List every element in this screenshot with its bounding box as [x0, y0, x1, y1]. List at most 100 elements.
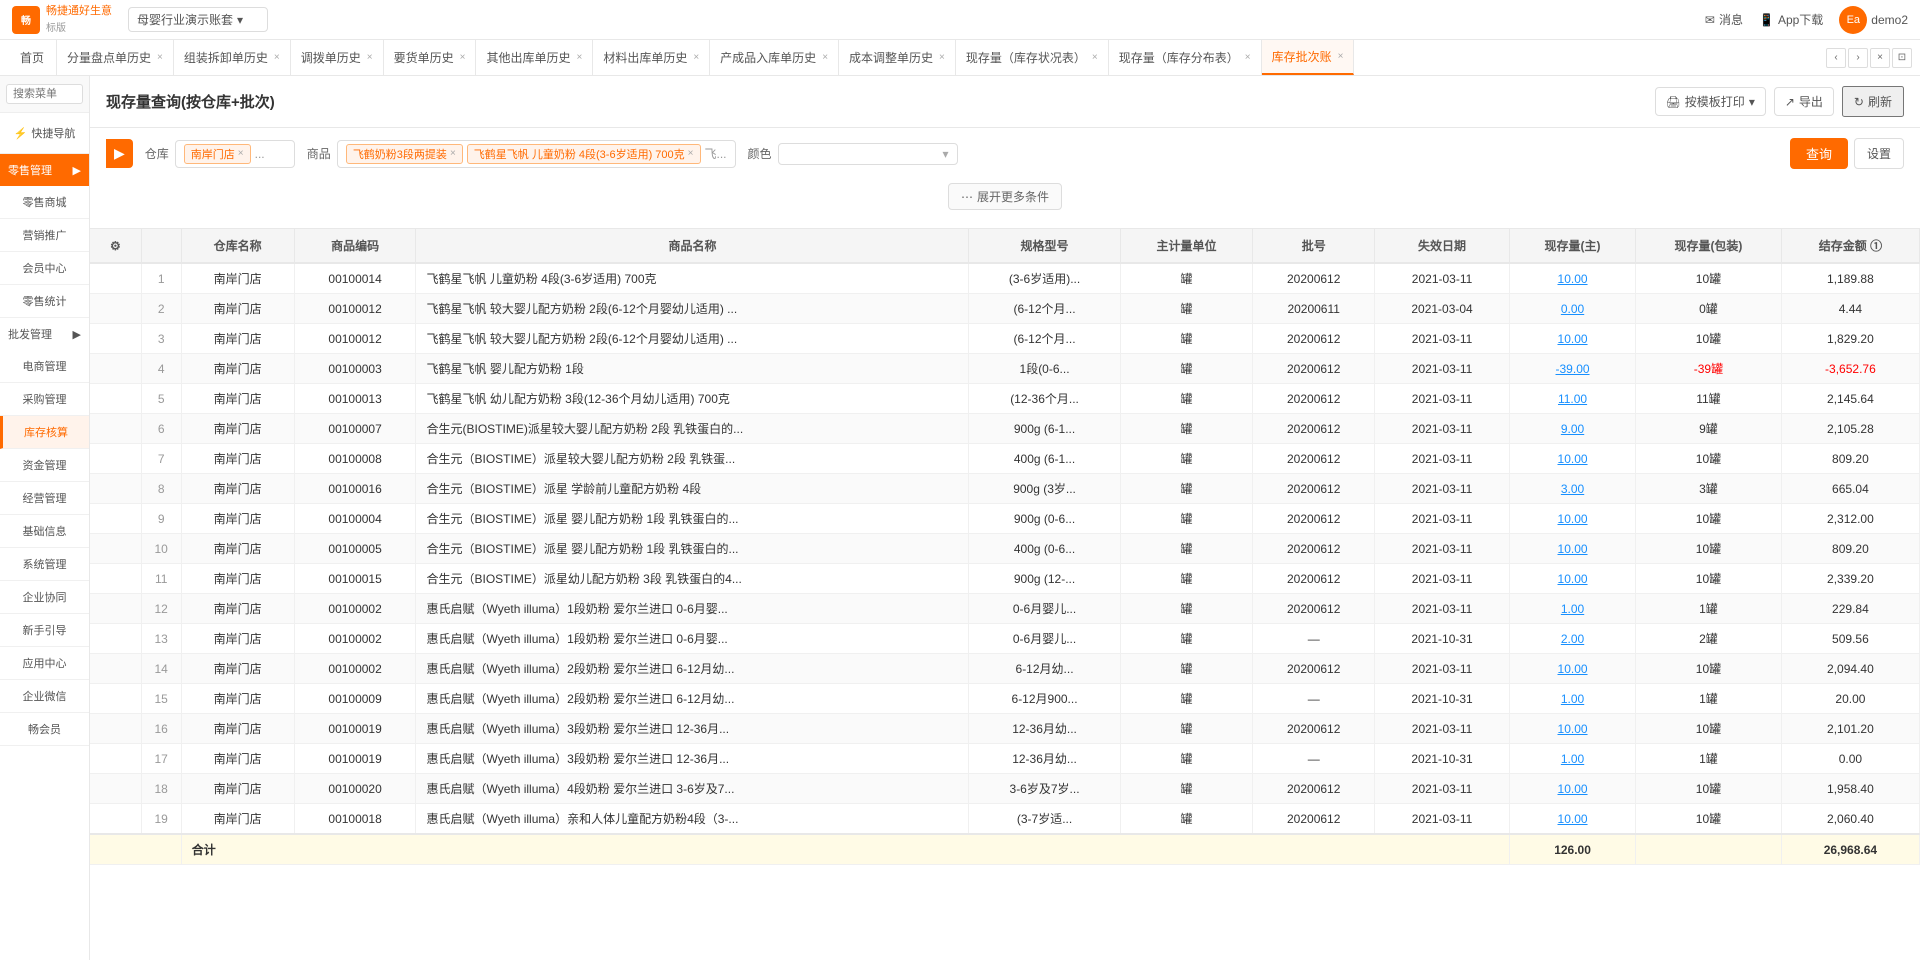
product-tag-1-close[interactable]: ×: [450, 148, 456, 159]
cell-qty-main[interactable]: -39.00: [1510, 354, 1636, 384]
cell-qty-main[interactable]: 1.00: [1510, 744, 1636, 774]
tab-8[interactable]: 成本调整单历史 ×: [839, 40, 956, 75]
cell-code: 00100005: [294, 534, 416, 564]
sidebar-item-inventory[interactable]: 库存核算: [0, 416, 89, 449]
cell-qty-main[interactable]: 2.00: [1510, 624, 1636, 654]
cell-qty-main[interactable]: 10.00: [1510, 714, 1636, 744]
tab-9[interactable]: 现存量（库存状况表） ×: [956, 40, 1109, 75]
expand-more-btn[interactable]: ⋯ 展开更多条件: [948, 183, 1062, 210]
sidebar-item-wechat[interactable]: 企业微信: [0, 680, 89, 713]
sidebar-item-retail-mall[interactable]: 零售商城: [0, 186, 89, 219]
product-tag-group[interactable]: 飞鹤奶粉3段两提装 × 飞鹤星飞帆 儿童奶粉 4段(3-6岁适用) 700克 ×…: [337, 140, 736, 168]
sidebar-item-vip[interactable]: 畅会员: [0, 713, 89, 746]
cell-qty-main[interactable]: 10.00: [1510, 444, 1636, 474]
tab-2[interactable]: 组装拆卸单历史 ×: [174, 40, 291, 75]
sidebar-item-guide[interactable]: 新手引导: [0, 614, 89, 647]
industry-selector[interactable]: 母婴行业演示账套 ▾: [128, 7, 268, 32]
tab-3[interactable]: 调拨单历史 ×: [291, 40, 384, 75]
cell-batch: 20200612: [1253, 354, 1375, 384]
cell-qty-main[interactable]: 10.00: [1510, 654, 1636, 684]
cell-num: 3: [141, 324, 181, 354]
sidebar-item-retail-stats[interactable]: 零售统计: [0, 285, 89, 318]
page-header: 现存量查询(按仓库+批次) 🖨 按模板打印 ▾ ↗ 导出 ↻ 刷新: [90, 76, 1920, 128]
cell-setting: [90, 714, 141, 744]
tab-close-11[interactable]: ×: [1338, 51, 1344, 62]
cell-qty-main[interactable]: 10.00: [1510, 324, 1636, 354]
cell-qty-main[interactable]: 11.00: [1510, 384, 1636, 414]
tab-next-btn[interactable]: ›: [1848, 48, 1868, 68]
app-download-btn[interactable]: 📱 App下载: [1759, 11, 1823, 28]
cell-name: 惠氏启赋（Wyeth illuma）1段奶粉 爱尔兰进口 0-6月婴...: [416, 594, 969, 624]
cell-qty-main[interactable]: 10.00: [1510, 564, 1636, 594]
logo-area: 畅 畅捷通好生意 标版: [12, 5, 112, 33]
tab-close-9[interactable]: ×: [1092, 52, 1098, 63]
message-btn[interactable]: ✉ 消息: [1705, 11, 1743, 28]
sidebar-item-apps[interactable]: 应用中心: [0, 647, 89, 680]
cell-qty-main[interactable]: 10.00: [1510, 804, 1636, 835]
cell-qty-main[interactable]: 10.00: [1510, 774, 1636, 804]
quick-nav-item[interactable]: ⚡ 快捷导航: [0, 119, 89, 147]
expand-filter-btn[interactable]: ▶: [106, 139, 133, 168]
sidebar-item-ecom[interactable]: 电商管理: [0, 350, 89, 383]
template-print-btn[interactable]: 🖨 按模板打印 ▾: [1655, 87, 1766, 116]
tab-close-2[interactable]: ×: [274, 52, 280, 63]
sidebar-item-wholesale[interactable]: 批发管理 ▶: [0, 318, 89, 350]
cell-expiry: 2021-03-11: [1375, 654, 1510, 684]
export-btn[interactable]: ↗ 导出: [1774, 87, 1834, 116]
tab-close-10[interactable]: ×: [1245, 52, 1251, 63]
tab-5[interactable]: 其他出库单历史 ×: [476, 40, 593, 75]
tab-close-8[interactable]: ×: [939, 52, 945, 63]
setting-btn[interactable]: 设置: [1854, 138, 1904, 169]
refresh-btn[interactable]: ↻ 刷新: [1842, 86, 1904, 117]
cell-qty-main[interactable]: 10.00: [1510, 263, 1636, 294]
sidebar-item-collab[interactable]: 企业协同: [0, 581, 89, 614]
table-row: 5 南岸门店 00100013 飞鹤星飞帆 幼儿配方奶粉 3段(12-36个月幼…: [90, 384, 1920, 414]
tab-close-7[interactable]: ×: [822, 52, 828, 63]
cell-spec: (3-6岁适用)...: [969, 263, 1120, 294]
tab-4[interactable]: 要货单历史 ×: [384, 40, 477, 75]
cell-qty-main[interactable]: 1.00: [1510, 594, 1636, 624]
cell-qty-main[interactable]: 10.00: [1510, 534, 1636, 564]
tab-11-active[interactable]: 库存批次账 ×: [1262, 40, 1355, 75]
tab-home[interactable]: 首页: [8, 40, 57, 75]
tab-close-1[interactable]: ×: [157, 52, 163, 63]
tab-close-6[interactable]: ×: [693, 52, 699, 63]
cell-qty-main[interactable]: 9.00: [1510, 414, 1636, 444]
sidebar-item-retail-mgmt[interactable]: 零售管理 ▶: [0, 154, 89, 186]
tab-close-4[interactable]: ×: [460, 52, 466, 63]
warehouse-tag-close[interactable]: ×: [238, 148, 244, 159]
tab-7[interactable]: 产成品入库单历史 ×: [710, 40, 839, 75]
cell-qty-main[interactable]: 1.00: [1510, 684, 1636, 714]
color-tag-group[interactable]: ▾: [778, 143, 958, 165]
user-area[interactable]: Ea demo2: [1839, 6, 1908, 34]
sidebar-item-member[interactable]: 会员中心: [0, 252, 89, 285]
tab-close-3[interactable]: ×: [367, 52, 373, 63]
tab-close-all-btn[interactable]: ×: [1870, 48, 1890, 68]
search-input[interactable]: [6, 84, 83, 104]
cell-unit: 罐: [1120, 354, 1253, 384]
cell-code: 00100019: [294, 714, 416, 744]
cell-qty-main[interactable]: 0.00: [1510, 294, 1636, 324]
sidebar-item-finance[interactable]: 资金管理: [0, 449, 89, 482]
sidebar-item-business[interactable]: 经营管理: [0, 482, 89, 515]
avatar: Ea: [1839, 6, 1867, 34]
cell-qty-main[interactable]: 10.00: [1510, 504, 1636, 534]
product-tag-2-close[interactable]: ×: [688, 148, 694, 159]
col-setting-header[interactable]: ⚙: [90, 229, 141, 263]
tab-1[interactable]: 分量盘点单历史 ×: [57, 40, 174, 75]
tab-6[interactable]: 材料出库单历史 ×: [593, 40, 710, 75]
cell-qty-main[interactable]: 3.00: [1510, 474, 1636, 504]
cell-spec: 0-6月婴儿...: [969, 594, 1120, 624]
cell-unit: 罐: [1120, 384, 1253, 414]
sidebar-item-marketing[interactable]: 营销推广: [0, 219, 89, 252]
query-btn[interactable]: 查询: [1790, 138, 1848, 169]
sidebar-item-purchase[interactable]: 采购管理: [0, 383, 89, 416]
warehouse-tag-group[interactable]: 南岸门店 × ...: [175, 140, 295, 168]
cell-code: 00100012: [294, 294, 416, 324]
tab-close-5[interactable]: ×: [576, 52, 582, 63]
tab-10[interactable]: 现存量（库存分布表） ×: [1109, 40, 1262, 75]
tab-maximize-btn[interactable]: ⊡: [1892, 48, 1912, 68]
tab-prev-btn[interactable]: ‹: [1826, 48, 1846, 68]
sidebar-item-system[interactable]: 系统管理: [0, 548, 89, 581]
sidebar-item-base[interactable]: 基础信息: [0, 515, 89, 548]
